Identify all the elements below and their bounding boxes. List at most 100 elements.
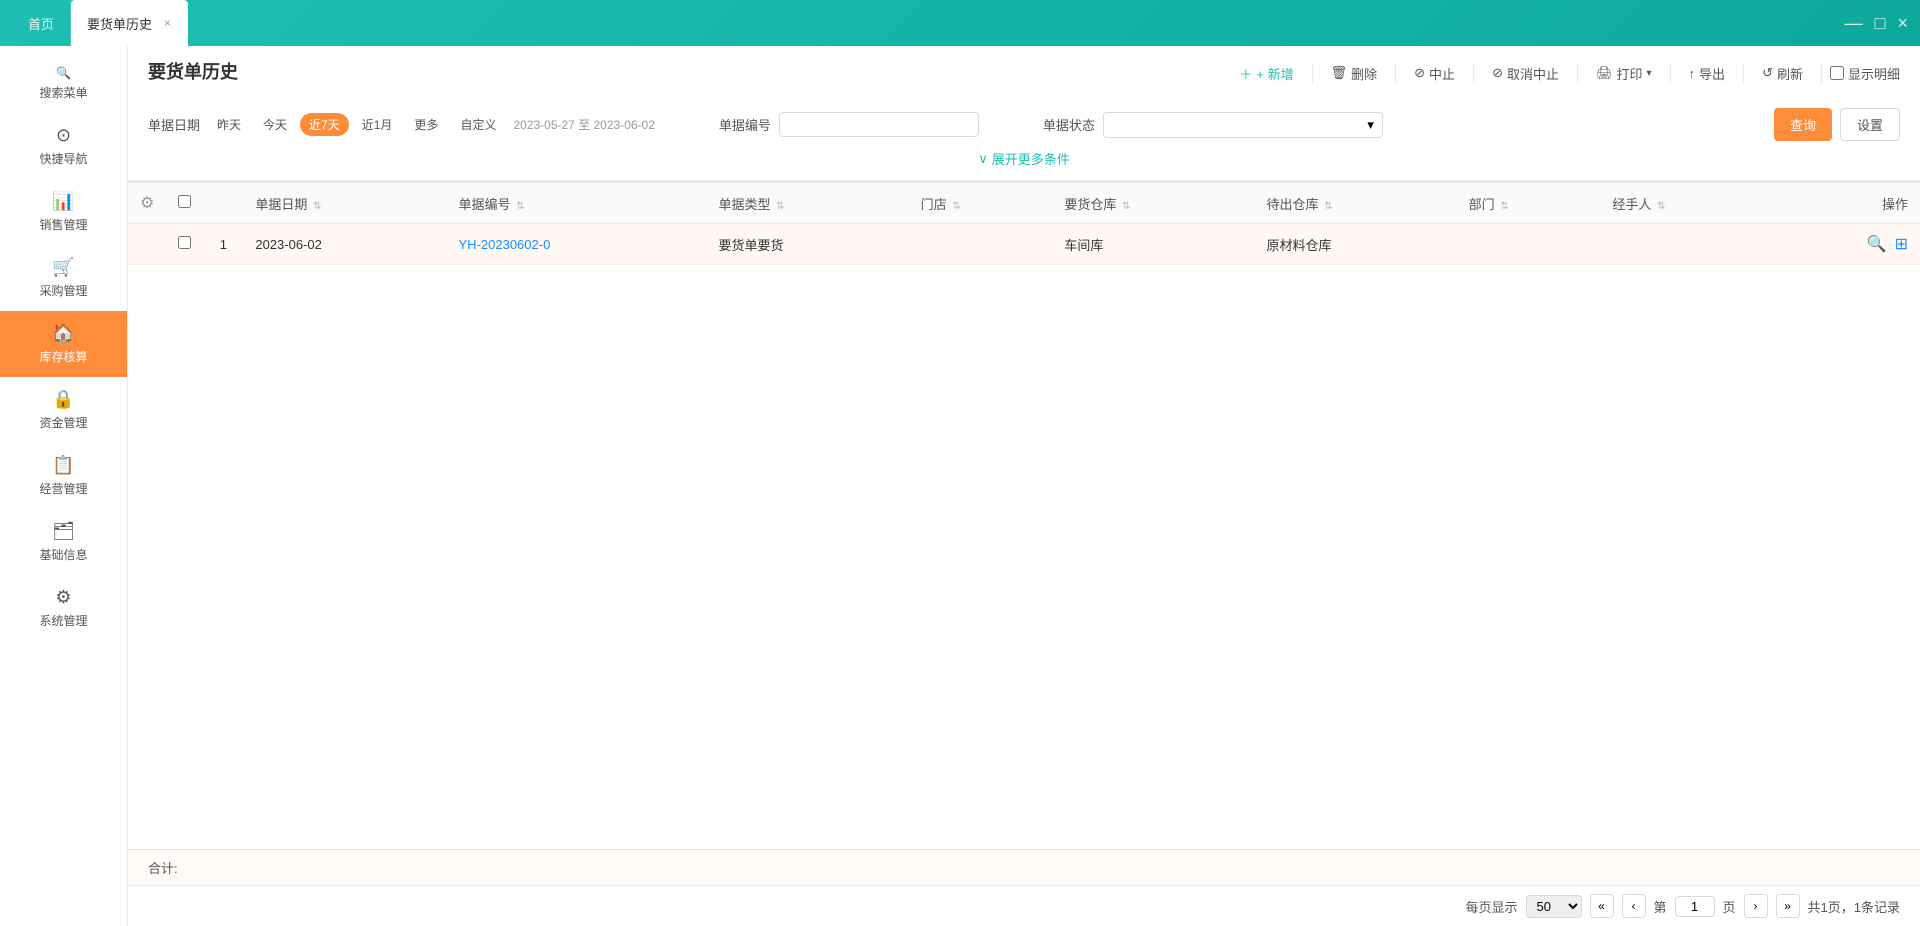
search-icon: 🔍	[56, 66, 71, 80]
bill-no-sort-icon: ⇅	[516, 201, 524, 212]
bill-no-input[interactable]	[779, 112, 979, 137]
settings-button[interactable]: 设置	[1840, 108, 1900, 141]
td-num: 1	[203, 224, 243, 265]
sidebar-label-sales: 销售管理	[39, 216, 87, 233]
new-button[interactable]: ＋ + 新增	[1229, 59, 1303, 88]
th-req-warehouse[interactable]: 要货仓库 ⇅	[1052, 183, 1254, 224]
row-view-icon[interactable]: 🔍	[1867, 234, 1887, 254]
print-icon: 🖨	[1596, 65, 1613, 81]
date-filter-label: 单据日期	[148, 115, 200, 134]
stop-button[interactable]: ⊘ 中止	[1404, 59, 1465, 88]
display-detail-toggle[interactable]: 显示明细	[1830, 64, 1900, 83]
date-btn-1month[interactable]: 近1月	[353, 113, 402, 136]
sidebar-label-operations: 经营管理	[39, 480, 87, 497]
page-number-input[interactable]	[1675, 896, 1715, 917]
filter-bill-no: 单据编号	[719, 112, 979, 137]
table-settings-icon[interactable]: ⚙	[140, 193, 154, 213]
table-header-row: ⚙ 单据日期 ⇅ 单据编号	[128, 183, 1920, 224]
sidebar-item-inventory[interactable]: 🏠 库存核算	[0, 311, 127, 377]
data-table: ⚙ 单据日期 ⇅ 单据编号	[128, 182, 1920, 265]
purchase-icon: 🛒	[52, 257, 74, 278]
cancel-stop-button[interactable]: ⊘ 取消中止	[1482, 59, 1569, 88]
date-btn-yesterday[interactable]: 昨天	[208, 113, 250, 136]
refresh-icon: ↺	[1762, 65, 1773, 81]
maximize-icon[interactable]: □	[1875, 13, 1886, 34]
td-checkbox	[166, 224, 203, 265]
finance-icon: 🔒	[52, 389, 74, 410]
th-date[interactable]: 单据日期 ⇅	[243, 183, 446, 224]
sidebar-label-inventory: 库存核算	[39, 348, 87, 365]
sep3	[1473, 63, 1474, 83]
close-icon[interactable]: ×	[1897, 13, 1908, 34]
store-sort-icon: ⇅	[952, 201, 960, 212]
th-handler[interactable]: 经手人 ⇅	[1600, 183, 1773, 224]
table-footer: 合计:	[128, 849, 1920, 885]
th-checkbox	[166, 183, 203, 224]
date-btn-7days[interactable]: 近7天	[300, 113, 349, 136]
tab-home[interactable]: 首页	[12, 0, 71, 46]
date-btn-today[interactable]: 今天	[254, 113, 296, 136]
th-bill-no[interactable]: 单据编号 ⇅	[447, 183, 707, 224]
bill-no-link[interactable]: YH-20230602-0	[459, 237, 551, 252]
row-more-icon[interactable]: ⊞	[1895, 234, 1908, 254]
table-container: ⚙ 单据日期 ⇅ 单据编号	[128, 182, 1920, 849]
refresh-button[interactable]: ↺ 刷新	[1752, 59, 1813, 88]
pagination-bar: 每页显示 50 100 200 « ‹ 第 页 › » 共1页，1条记录	[128, 885, 1920, 926]
filter-area: 单据日期 昨天 今天 近7天 近1月 更多 自定义 2023-05-27 至 2…	[128, 96, 1920, 181]
td-handler	[1600, 224, 1773, 265]
th-department[interactable]: 部门 ⇅	[1457, 183, 1601, 224]
main-area: 🔍 搜索菜单 ⊙ 快捷导航 📊 销售管理 🛒 采购管理 🏠 库存核算 🔒	[0, 46, 1920, 926]
content-area: 要货单历史 ＋ + 新增 🗑 删除 ⊘	[128, 46, 1920, 926]
date-btn-custom[interactable]: 自定义	[451, 113, 505, 136]
th-pending-warehouse[interactable]: 待出仓库 ⇅	[1254, 183, 1456, 224]
sep2	[1395, 63, 1396, 83]
sep1	[1312, 63, 1313, 83]
page-size-label: 每页显示	[1465, 897, 1517, 916]
sidebar-item-purchase[interactable]: 🛒 采购管理	[0, 245, 127, 311]
export-button[interactable]: ↑ 导出	[1679, 59, 1736, 88]
tab-requisition-history[interactable]: 要货单历史 ×	[71, 0, 188, 46]
delete-button[interactable]: 🗑 删除	[1321, 59, 1388, 88]
print-button[interactable]: 🖨 打印 ▾	[1586, 59, 1662, 88]
table-row: 1 2023-06-02 YH-20230602-0 要货单要货 车间库 原材料…	[128, 224, 1920, 265]
sep5	[1670, 63, 1671, 83]
filter-date: 单据日期 昨天 今天 近7天 近1月 更多 自定义 2023-05-27 至 2…	[148, 113, 655, 136]
prev-page-btn[interactable]: ‹	[1622, 894, 1646, 918]
inventory-icon: 🏠	[52, 323, 74, 344]
bill-type-sort-icon: ⇅	[776, 201, 784, 212]
sidebar-item-operations[interactable]: 📋 经营管理	[0, 443, 127, 509]
select-all-checkbox[interactable]	[178, 195, 191, 208]
sidebar-item-sales[interactable]: 📊 销售管理	[0, 179, 127, 245]
minimize-icon[interactable]: —	[1845, 13, 1863, 34]
pending-warehouse-sort-icon: ⇅	[1324, 201, 1332, 212]
display-detail-checkbox[interactable]	[1830, 66, 1844, 80]
total-info: 共1页，1条记录	[1808, 897, 1900, 916]
th-store[interactable]: 门店 ⇅	[909, 183, 1053, 224]
tab-list: 首页 要货单历史 ×	[12, 0, 188, 46]
export-icon: ↑	[1689, 66, 1696, 81]
filter-row: 单据日期 昨天 今天 近7天 近1月 更多 自定义 2023-05-27 至 2…	[148, 108, 1900, 141]
last-page-btn[interactable]: »	[1776, 894, 1800, 918]
date-sort-icon: ⇅	[313, 201, 321, 212]
next-page-btn[interactable]: ›	[1744, 894, 1768, 918]
first-page-btn[interactable]: «	[1590, 894, 1614, 918]
expand-more-btn[interactable]: ∨ 展开更多条件	[978, 149, 1070, 168]
sidebar-item-basic[interactable]: 🗂 基础信息	[0, 509, 127, 575]
td-req-warehouse: 车间库	[1052, 224, 1254, 265]
page-size-select[interactable]: 50 100 200	[1526, 895, 1582, 918]
system-icon: ⚙	[55, 587, 71, 608]
td-bill-type: 要货单要货	[706, 224, 908, 265]
td-pending-warehouse: 原材料仓库	[1254, 224, 1456, 265]
filter-status: 单据状态 ▾	[1043, 112, 1383, 138]
sidebar-item-finance[interactable]: 🔒 资金管理	[0, 377, 127, 443]
th-bill-type[interactable]: 单据类型 ⇅	[706, 183, 908, 224]
sidebar-search[interactable]: 🔍 搜索菜单	[0, 54, 127, 113]
tab-close-icon[interactable]: ×	[164, 16, 171, 30]
sep7	[1821, 63, 1822, 83]
row-checkbox[interactable]	[178, 236, 191, 249]
sidebar-item-system[interactable]: ⚙ 系统管理	[0, 575, 127, 641]
status-select[interactable]: ▾	[1103, 112, 1383, 138]
date-btn-more[interactable]: 更多	[405, 113, 447, 136]
sidebar-item-shortcut[interactable]: ⊙ 快捷导航	[0, 113, 127, 179]
query-button[interactable]: 查询	[1774, 108, 1832, 141]
